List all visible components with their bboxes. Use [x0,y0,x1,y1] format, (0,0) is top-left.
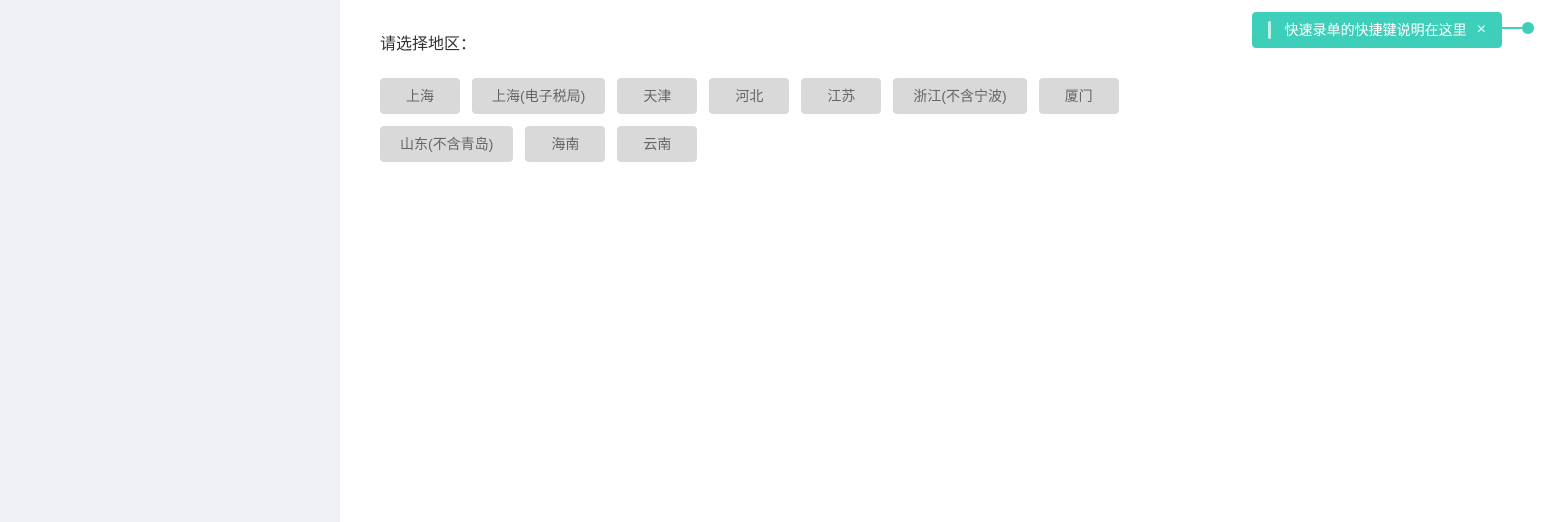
region-btn-shandong[interactable]: 山东(不含青岛) [380,126,513,162]
region-buttons-row1: 上海上海(电子税局) 天津河北江苏浙江(不含宁波) 厦门 [380,78,1522,114]
region-btn-hainan[interactable]: 海南 [525,126,605,162]
tooltip-dot [1522,22,1534,34]
region-btn-shanghai[interactable]: 上海 [380,78,460,114]
main-content: 请选择地区： 上海上海(电子税局)天津河北江苏浙江(不含宁波)厦门 山东(不含青… [340,0,1562,522]
tooltip-banner: 快速录单的快捷键说明在这里 × [1252,12,1502,48]
region-btn-hebei[interactable]: 河北 [709,78,789,114]
region-btn-shanghai-etax[interactable]: 上海(电子税局) [472,78,605,114]
region-btn-xiamen[interactable]: 厦门 [1039,78,1119,114]
region-buttons-row2: 山东(不含青岛) 海南云南 [380,126,1522,162]
tooltip-text: 快速录单的快捷键说明在这里 [1285,20,1467,40]
region-btn-tianjin[interactable]: 天津 [617,78,697,114]
region-btn-yunnan[interactable]: 云南 [617,126,697,162]
left-sidebar [0,0,340,522]
region-btn-zhejiang[interactable]: 浙江(不含宁波) [893,78,1026,114]
tooltip-close-button[interactable]: × [1477,22,1486,38]
region-btn-jiangsu[interactable]: 江苏 [801,78,881,114]
tooltip-line [1502,27,1522,29]
